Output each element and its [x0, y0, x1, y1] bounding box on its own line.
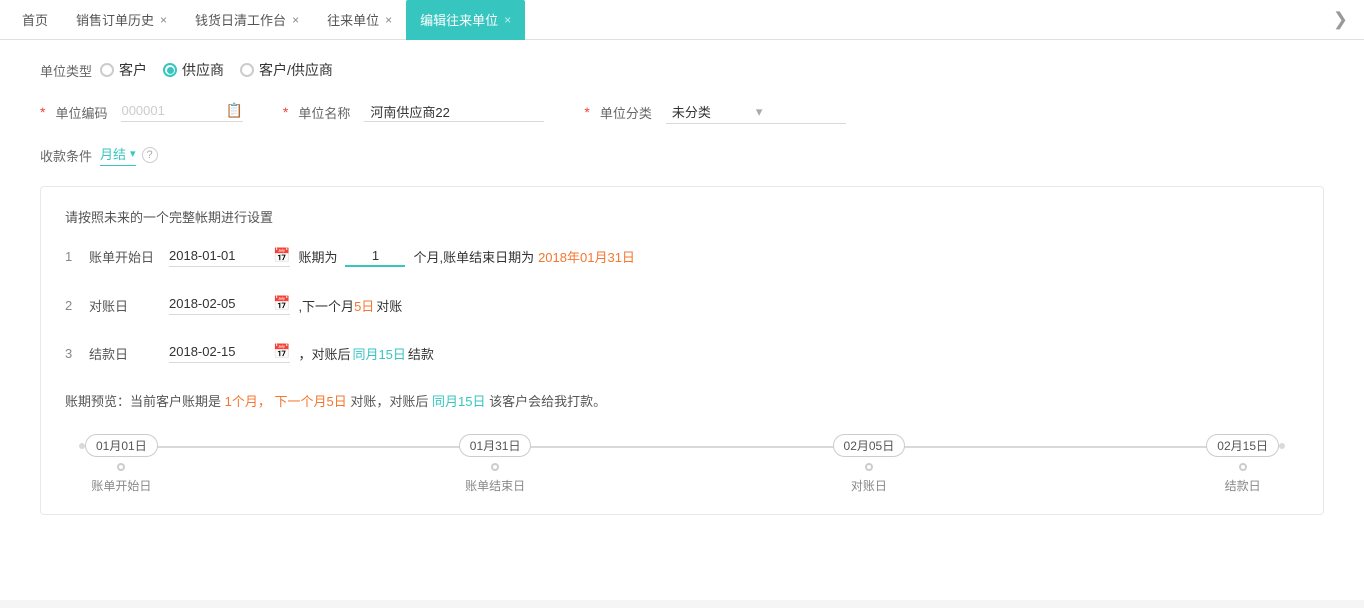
radio-customer-circle [100, 63, 114, 77]
unit-code-field[interactable]: 📋 [121, 102, 242, 122]
node-badge-4: 02月15日 [1206, 434, 1279, 457]
collect-condition-dropdown[interactable]: 月结 ▾ [100, 144, 136, 166]
row-label-2: 对账日 [89, 296, 169, 315]
node-dot-4 [1239, 463, 1247, 471]
settings-section: 请按照未来的一个完整帐期进行设置 1 账单开始日 📅 账期为 个月,账单结束日期… [40, 186, 1324, 515]
radio-both-circle [240, 63, 254, 77]
payment-date-calendar-icon[interactable]: 📅 [273, 343, 290, 360]
reconcile-date-field[interactable]: 📅 [169, 295, 290, 315]
node-label-1: 账单开始日 [91, 477, 151, 494]
unit-category-dropdown[interactable]: 未分类 ▾ [666, 100, 846, 124]
node-badge-3: 02月05日 [833, 434, 906, 457]
timeline-nodes: 01月01日 账单开始日 01月31日 账单结束日 02月05日 [85, 434, 1279, 494]
collect-condition-row: 收款条件 月结 ▾ ? [40, 144, 1324, 166]
collect-condition-label: 收款条件 [40, 146, 92, 165]
payment-date-field[interactable]: 📅 [169, 343, 290, 363]
unit-name-input[interactable] [364, 102, 544, 122]
timeline-node-2: 01月31日 账单结束日 [459, 434, 532, 494]
timeline-node-4: 02月15日 结款日 [1206, 434, 1279, 494]
preview-period: 1个月， [225, 394, 271, 409]
reconcile-date-input[interactable] [169, 296, 269, 311]
unit-code-icon: 📋 [225, 102, 242, 119]
timeline-node-1: 01月01日 账单开始日 [85, 434, 158, 494]
node-badge-2: 01月31日 [459, 434, 532, 457]
start-date-input[interactable] [169, 248, 269, 263]
unit-type-radio-group: 客户 供应商 客户/供应商 [100, 60, 333, 80]
setting-row-3: 3 结款日 📅 ，对账后 同月15日 结款 [65, 343, 1299, 363]
radio-customer[interactable]: 客户 [100, 60, 147, 80]
unit-info-row: * 单位编码 📋 * 单位名称 * 单位分类 未分类 ▾ [40, 100, 1324, 124]
tab-edit-partner[interactable]: 编辑往来单位 × [406, 0, 525, 40]
setting-row-2: 2 对账日 📅 ,下一个月 5日 对账 [65, 295, 1299, 315]
unit-category-arrow: ▾ [756, 104, 840, 120]
node-dot-1 [117, 463, 125, 471]
start-date-field[interactable]: 📅 [169, 247, 290, 267]
tab-home[interactable]: 首页 [8, 0, 62, 40]
row-num-2: 2 [65, 298, 89, 313]
payment-highlight: 同月15日 [352, 344, 405, 363]
tab-sales-history-close[interactable]: × [160, 13, 167, 27]
unit-type-label: 单位类型 [40, 61, 92, 80]
preview-suffix: 该客户会给我打款。 [489, 394, 606, 409]
node-label-3: 对账日 [851, 477, 887, 494]
preview-text: 账期预览：当前客户账期是 1个月， 下一个月5日 对账，对账后 同月15日 该客… [65, 391, 1299, 410]
node-dot-2 [491, 463, 499, 471]
unit-code-input[interactable] [121, 103, 221, 118]
collect-help-icon[interactable]: ? [142, 147, 158, 163]
tab-partners[interactable]: 往来单位 × [313, 0, 406, 40]
start-date-calendar-icon[interactable]: 📅 [273, 247, 290, 264]
unit-cat-required: * [584, 104, 589, 120]
row-label-1: 账单开始日 [89, 247, 169, 266]
section-title: 请按照未来的一个完整帐期进行设置 [65, 207, 1299, 226]
node-dot-3 [865, 463, 873, 471]
radio-both[interactable]: 客户/供应商 [240, 60, 333, 80]
preview-mid2: 对账，对账后 [350, 394, 428, 409]
unit-name-label: 单位名称 [298, 103, 350, 122]
radio-supplier[interactable]: 供应商 [163, 60, 224, 80]
tab-cash-work-close[interactable]: × [292, 13, 299, 27]
reconcile-prefix: ,下一个月 [298, 296, 354, 315]
node-label-2: 账单结束日 [465, 477, 525, 494]
timeline-end-dot [1279, 443, 1285, 449]
reconcile-suffix: 对账 [376, 296, 402, 315]
period-suffix: 个月,账单结束日期为 [413, 247, 534, 266]
period-prefix: 账期为 [298, 247, 337, 266]
unit-code-required: * [40, 104, 45, 120]
unit-type-row: 单位类型 客户 供应商 客户/供应商 [40, 60, 1324, 80]
row-num-3: 3 [65, 346, 89, 361]
unit-category-label: 单位分类 [600, 103, 652, 122]
setting-row-1: 1 账单开始日 📅 账期为 个月,账单结束日期为 2018年01月31日 [65, 246, 1299, 267]
timeline-node-3: 02月05日 对账日 [833, 434, 906, 494]
tab-expand-button[interactable]: ❯ [1325, 9, 1356, 30]
row-num-1: 1 [65, 249, 89, 264]
unit-name-required: * [283, 104, 288, 120]
unit-code-label: 单位编码 [55, 103, 107, 122]
preview-highlight2: 同月15日 [432, 394, 485, 409]
reconcile-highlight: 5日 [354, 296, 374, 315]
row-label-3: 结款日 [89, 344, 169, 363]
tab-bar: 首页 销售订单历史 × 钱货日清工作台 × 往来单位 × 编辑往来单位 × ❯ [0, 0, 1364, 40]
period-end-date: 2018年01月31日 [538, 247, 635, 266]
node-badge-1: 01月01日 [85, 434, 158, 457]
tab-partners-close[interactable]: × [385, 13, 392, 27]
timeline-wrapper: 01月01日 账单开始日 01月31日 账单结束日 02月05日 [65, 434, 1299, 494]
payment-suffix: 结款 [408, 344, 434, 363]
tab-edit-partner-close[interactable]: × [504, 13, 511, 27]
preview-mid: 下一个月5日 [275, 394, 347, 409]
reconcile-date-calendar-icon[interactable]: 📅 [273, 295, 290, 312]
period-value-input[interactable] [345, 246, 405, 267]
radio-supplier-circle [163, 63, 177, 77]
payment-prefix: ，对账后 [298, 344, 350, 363]
tab-cash-work[interactable]: 钱货日清工作台 × [181, 0, 313, 40]
tab-sales-history[interactable]: 销售订单历史 × [62, 0, 181, 40]
node-label-4: 结款日 [1225, 477, 1261, 494]
payment-date-input[interactable] [169, 344, 269, 359]
collect-arrow: ▾ [130, 147, 136, 160]
main-content: 单位类型 客户 供应商 客户/供应商 * 单位编码 📋 [0, 40, 1364, 600]
